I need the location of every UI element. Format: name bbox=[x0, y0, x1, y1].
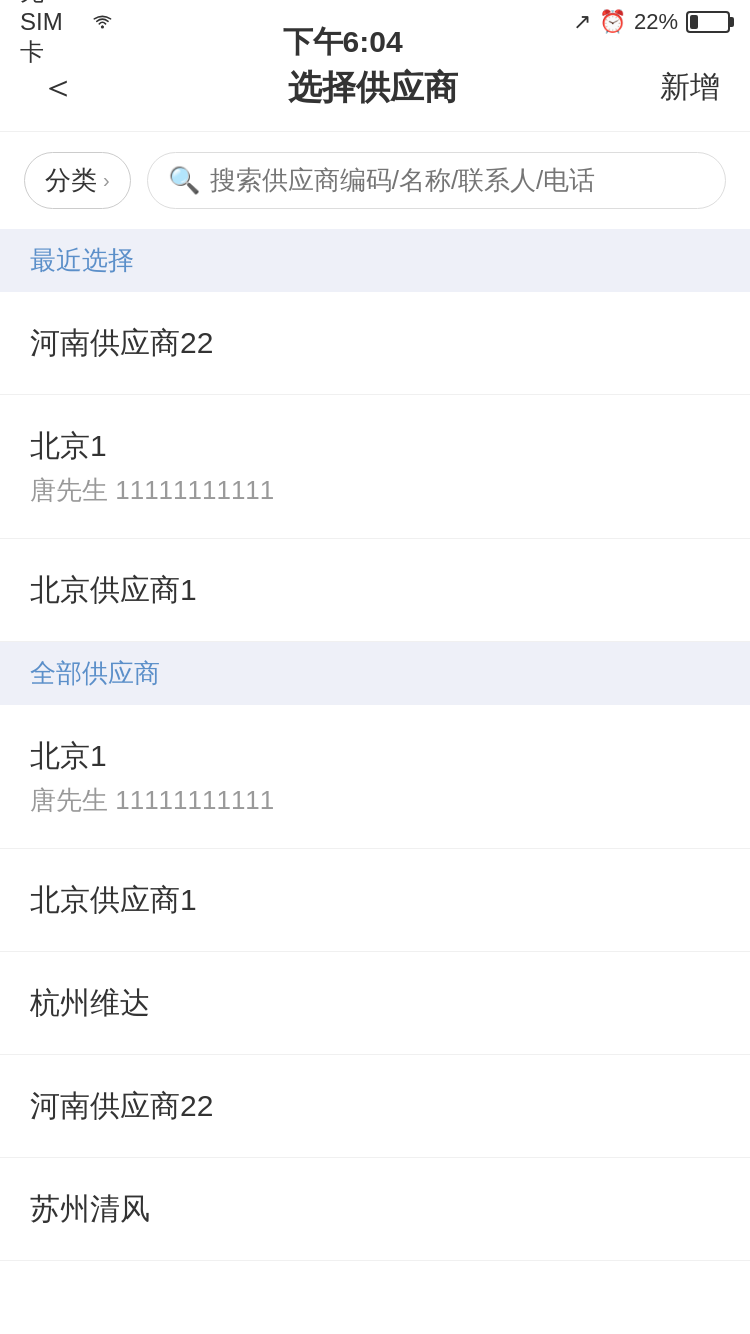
item-name: 北京供应商1 bbox=[30, 569, 720, 611]
add-button[interactable]: 新增 bbox=[660, 67, 720, 108]
item-sub: 唐先生 11111111111 bbox=[30, 783, 720, 818]
list-item[interactable]: 杭州维达 bbox=[0, 952, 750, 1055]
list-item[interactable]: 北京1 唐先生 11111111111 bbox=[0, 395, 750, 539]
item-name: 北京1 bbox=[30, 735, 720, 777]
page-title: 选择供应商 bbox=[288, 65, 458, 111]
wifi-icon bbox=[93, 11, 112, 33]
all-section-header: 全部供应商 bbox=[0, 642, 750, 705]
item-name: 北京供应商1 bbox=[30, 879, 720, 921]
item-name: 苏州清风 bbox=[30, 1188, 720, 1230]
back-button[interactable]: ＜ bbox=[30, 53, 86, 122]
list-item[interactable]: 北京1 唐先生 11111111111 bbox=[0, 705, 750, 849]
battery-percent: 22% bbox=[634, 9, 678, 35]
all-items-list: 北京1 唐先生 11111111111 北京供应商1 杭州维达 河南供应商22 … bbox=[0, 705, 750, 1261]
recent-items-list: 河南供应商22 北京1 唐先生 11111111111 北京供应商1 bbox=[0, 292, 750, 642]
recent-section-label: 最近选择 bbox=[30, 245, 134, 275]
alarm-icon: ⏰ bbox=[599, 9, 626, 35]
chevron-right-icon: › bbox=[103, 169, 110, 192]
item-sub: 唐先生 11111111111 bbox=[30, 473, 720, 508]
svg-point-0 bbox=[101, 25, 104, 28]
item-name: 河南供应商22 bbox=[30, 322, 720, 364]
list-item[interactable]: 北京供应商1 bbox=[0, 539, 750, 642]
list-item[interactable]: 河南供应商22 bbox=[0, 1055, 750, 1158]
status-time: 下午6:04 bbox=[283, 22, 403, 63]
list-item[interactable]: 北京供应商1 bbox=[0, 849, 750, 952]
location-icon: ↗ bbox=[573, 9, 591, 35]
item-name: 北京1 bbox=[30, 425, 720, 467]
list-item[interactable]: 苏州清风 bbox=[0, 1158, 750, 1261]
status-right: ↗ ⏰ 22% bbox=[573, 9, 730, 35]
item-name: 河南供应商22 bbox=[30, 1085, 720, 1127]
filter-bar: 分类 › 🔍 bbox=[0, 132, 750, 229]
list-item[interactable]: 河南供应商22 bbox=[0, 292, 750, 395]
battery-icon bbox=[686, 11, 730, 33]
recent-section-header: 最近选择 bbox=[0, 229, 750, 292]
search-box[interactable]: 🔍 bbox=[147, 152, 726, 209]
all-section-label: 全部供应商 bbox=[30, 658, 160, 688]
category-button[interactable]: 分类 › bbox=[24, 152, 131, 209]
search-input[interactable] bbox=[210, 165, 705, 196]
category-label: 分类 bbox=[45, 163, 97, 198]
search-icon: 🔍 bbox=[168, 165, 200, 196]
item-name: 杭州维达 bbox=[30, 982, 720, 1024]
status-bar: 无 SIM 卡 下午6:04 ↗ ⏰ 22% bbox=[0, 0, 750, 44]
